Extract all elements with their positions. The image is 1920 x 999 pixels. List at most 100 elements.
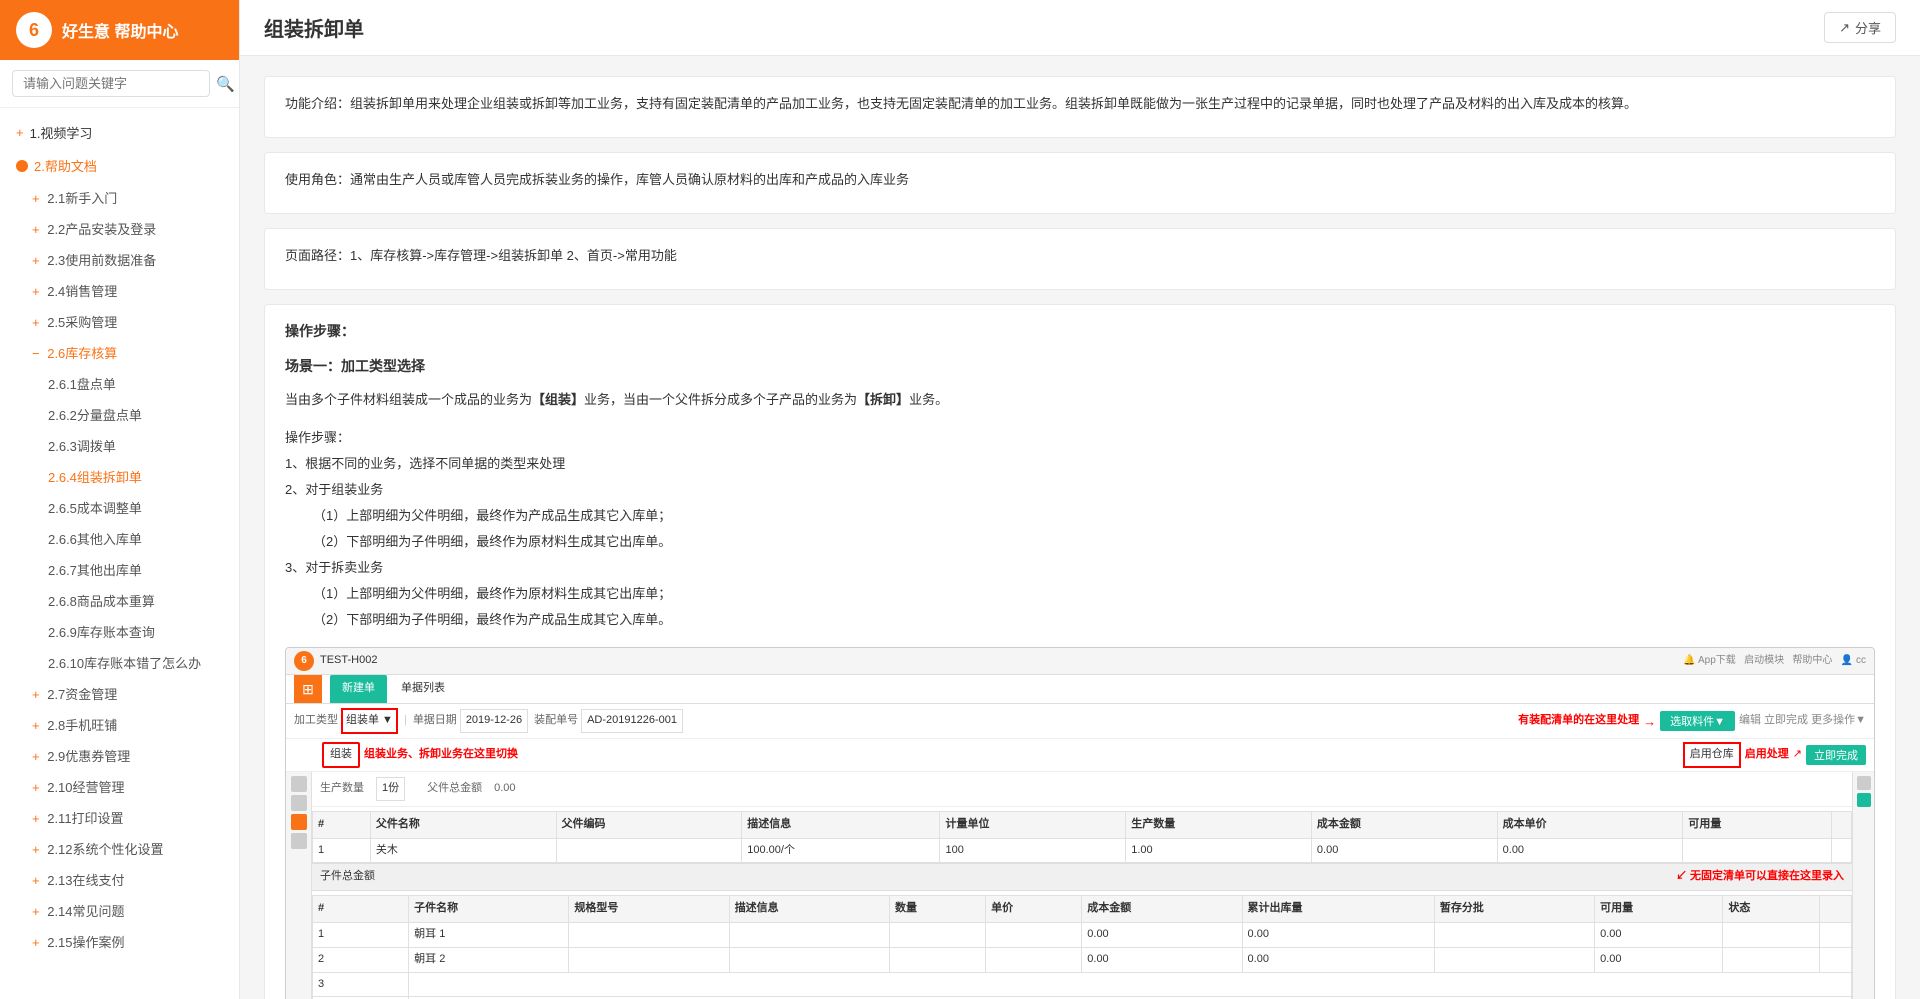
main-content: 组装拆卸单 ↗ 分享 功能介绍：组装拆卸单用来处理企业组装或拆卸等加工业务，支持… [240,0,1920,999]
step2: 2、对于组装业务 [285,477,1875,503]
sidebar-item-211[interactable]: + 2.11打印设置 [0,802,239,833]
sidebar-item-help[interactable]: 2.帮助文档 [0,149,239,182]
expand-icon: + [16,125,24,140]
sidebar-item-261[interactable]: 2.6.1盘点单 [0,368,239,399]
steps-title: 操作步骤： [285,319,1875,344]
annotation3-text: 启用处理 [1745,745,1789,765]
app-right-icons [1852,772,1874,999]
steps-block: 操作步骤： 场景一：加工类型选择 当由多个子件材料组装成一个成品的业务为【组装】… [264,304,1896,999]
app-test-id: TEST-H002 [320,651,377,671]
step3: 3、对于拆卖业务 [285,555,1875,581]
step2-1: （1）上部明细为父件明细，最终作为产成品生成其它入库单； [285,503,1875,529]
sidebar-item-210[interactable]: + 2.10经营管理 [0,771,239,802]
app-home-icon: ⊞ [294,675,322,703]
step3-2: （2）下部明细为子件明细，最终作为产成品生成其它入库单。 [285,607,1875,633]
content-area: 功能介绍：组装拆卸单用来处理企业组装或拆卸等加工业务，支持有固定装配清单的产品加… [240,56,1920,999]
app-logo: 6 [294,651,314,671]
app-content: 生产数量 1份 父件总金额 0.00 # 父件名称 父件编码 [312,772,1852,999]
sidebar-item-263[interactable]: 2.6.3调拨单 [0,430,239,461]
search-bar: 🔍 [0,60,239,108]
app-tab-new[interactable]: 新建单 [330,675,387,703]
sidebar-item-264[interactable]: 2.6.4组装拆卸单 [0,461,239,492]
sidebar-item-23[interactable]: + 2.3使用前数据准备 [0,244,239,275]
sidebar-header: 6 好生意 帮助中心 [0,0,239,60]
app-process-type[interactable]: 组装 [322,742,360,768]
app-date-field: 单据日期 2019-12-26 [413,709,528,733]
app-icon-3 [291,814,307,830]
annotation1-arrow: → [1643,710,1656,733]
sidebar-item-26[interactable]: − 2.6库存核算 [0,337,239,368]
app-type-dropdown[interactable]: 组装单 ▼ [341,708,398,734]
step2-2: （2）下部明细为子件明细，最终作为原材料生成其它出库单。 [285,529,1875,555]
app-divider: 子件总金额 ↙ 无固定清单可以直接在这里录入 [312,863,1852,891]
intro-block: 功能介绍：组装拆卸单用来处理企业组装或拆卸等加工业务，支持有固定装配清单的产品加… [264,76,1896,138]
app-child-table: # 子件名称 规格型号 描述信息 数量 单价 成本金额 累计出库量 暂存分批 [312,895,1852,999]
logo-icon: 6 [16,12,52,48]
table-row: 3 [313,972,1852,997]
app-warehouse-field[interactable]: 启用仓库 [1683,742,1741,768]
role-text: 使用角色：通常由生产人员或库管人员完成拆装业务的操作，库管人员确认原材料的出库和… [285,167,1875,193]
app-form-area: 生产数量 1份 父件总金额 0.00 [312,772,1852,807]
intro-text: 功能介绍：组装拆卸单用来处理企业组装或拆卸等加工业务，支持有固定装配清单的产品加… [285,91,1875,117]
app-left-icons [286,772,312,999]
sidebar-item-267[interactable]: 2.6.7其他出库单 [0,554,239,585]
sidebar-item-269[interactable]: 2.6.9库存账本查询 [0,616,239,647]
path-text: 页面路径：1、库存核算->库存管理->组装拆卸单 2、首页->常用功能 [285,243,1875,269]
sidebar-item-213[interactable]: + 2.13在线支付 [0,864,239,895]
app-type-selector: 加工类型 组装单 ▼ [294,708,398,734]
role-block: 使用角色：通常由生产人员或库管人员完成拆装业务的操作，库管人员确认原材料的出库和… [264,152,1896,214]
sidebar-item-video[interactable]: + 1.视频学习 [0,116,239,149]
app-right-icon-1[interactable] [1857,776,1871,790]
app-screenshot: 6 TEST-H002 🔔 App下载 启动模块 帮助中心 👤 cc ⊞ 新建单… [285,647,1875,999]
logo-text: 好生意 帮助中心 [62,18,178,42]
scene1-block: 场景一：加工类型选择 当由多个子件材料组装成一个成品的业务为【组装】业务，当由一… [285,354,1875,413]
share-icon: ↗ [1839,20,1850,36]
sidebar-item-215[interactable]: + 2.15操作案例 [0,926,239,957]
annotation1-text: 有装配清单的在这里处理 [1518,711,1639,731]
search-input[interactable] [12,70,210,97]
app-icon-4 [291,833,307,849]
topbar: 组装拆卸单 ↗ 分享 [240,0,1920,56]
app-right-icon-2[interactable] [1857,793,1871,807]
app-select-btn[interactable]: 选取料件▼ [1660,711,1735,731]
search-icon[interactable]: 🔍 [216,75,235,93]
app-icon-2 [291,795,307,811]
path-block: 页面路径：1、库存核算->库存管理->组装拆卸单 2、首页->常用功能 [264,228,1896,290]
app-assembly-field: 装配单号 AD-20191226-001 [534,709,683,733]
share-button[interactable]: ↗ 分享 [1824,12,1896,43]
sidebar-item-266[interactable]: 2.6.6其他入库单 [0,523,239,554]
sidebar-item-25[interactable]: + 2.5采购管理 [0,306,239,337]
sidebar-item-24[interactable]: + 2.4销售管理 [0,275,239,306]
app-tab-list[interactable]: 单据列表 [389,675,457,703]
app-choose-btn[interactable]: 立即完成 [1806,745,1866,765]
nav-section-help: 2.帮助文档 + 2.1新手入门 + 2.2产品安装及登录 + 2.3使用前数据… [0,149,239,957]
table-row: 1 关木 100.00/个 100 1.00 0.00 0.00 [313,838,1852,863]
nav-tree: + 1.视频学习 2.帮助文档 + 2.1新手入门 + 2.2产品安装及登录 +… [0,108,239,999]
sidebar-item-212[interactable]: + 2.12系统个性化设置 [0,833,239,864]
sidebar-item-2610[interactable]: 2.6.10库存账本错了怎么办 [0,647,239,678]
sidebar-item-29[interactable]: + 2.9优惠券管理 [0,740,239,771]
annotation2-text: 组装业务、拆卸业务在这里切换 [364,745,518,765]
annotation4-text: ↙ 无固定清单可以直接在这里录入 [1676,867,1844,887]
scene1-title: 场景一：加工类型选择 [285,354,1875,379]
app-main-area: 生产数量 1份 父件总金额 0.00 # 父件名称 父件编码 [286,772,1874,999]
step1: 1、根据不同的业务，选择不同单据的类型来处理 [285,451,1875,477]
sidebar-item-214[interactable]: + 2.14常见问题 [0,895,239,926]
sidebar-item-268[interactable]: 2.6.8商品成本重算 [0,585,239,616]
sidebar-item-21[interactable]: + 2.1新手入门 [0,182,239,213]
sidebar-item-27[interactable]: + 2.7资金管理 [0,678,239,709]
page-title: 组装拆卸单 [264,13,364,42]
table-row: 2 朝耳 2 0.00 0.00 0.00 [313,947,1852,972]
sidebar-item-28[interactable]: + 2.8手机旺铺 [0,709,239,740]
app-parent-table: # 父件名称 父件编码 描述信息 计量单位 生产数量 成本金额 成本单价 可用量 [312,811,1852,864]
scene1-desc: 当由多个子件材料组装成一个成品的业务为【组装】业务，当由一个父件拆分成多个子产品… [285,387,1875,413]
app-icon-1 [291,776,307,792]
sidebar-item-265[interactable]: 2.6.5成本调整单 [0,492,239,523]
sidebar-item-262[interactable]: 2.6.2分量盘点单 [0,399,239,430]
step3-1: （1）上部明细为父件明细，最终作为原材料生成其它出库单； [285,581,1875,607]
table-row: 1 朝耳 1 0.00 0.00 0.00 [313,922,1852,947]
sidebar-item-22[interactable]: + 2.2产品安装及登录 [0,213,239,244]
steps-label: 操作步骤： [285,425,1875,451]
nav-section-video: + 1.视频学习 [0,116,239,149]
sidebar: 6 好生意 帮助中心 🔍 + 1.视频学习 2.帮助文档 + 2.1新手入门 [0,0,240,999]
